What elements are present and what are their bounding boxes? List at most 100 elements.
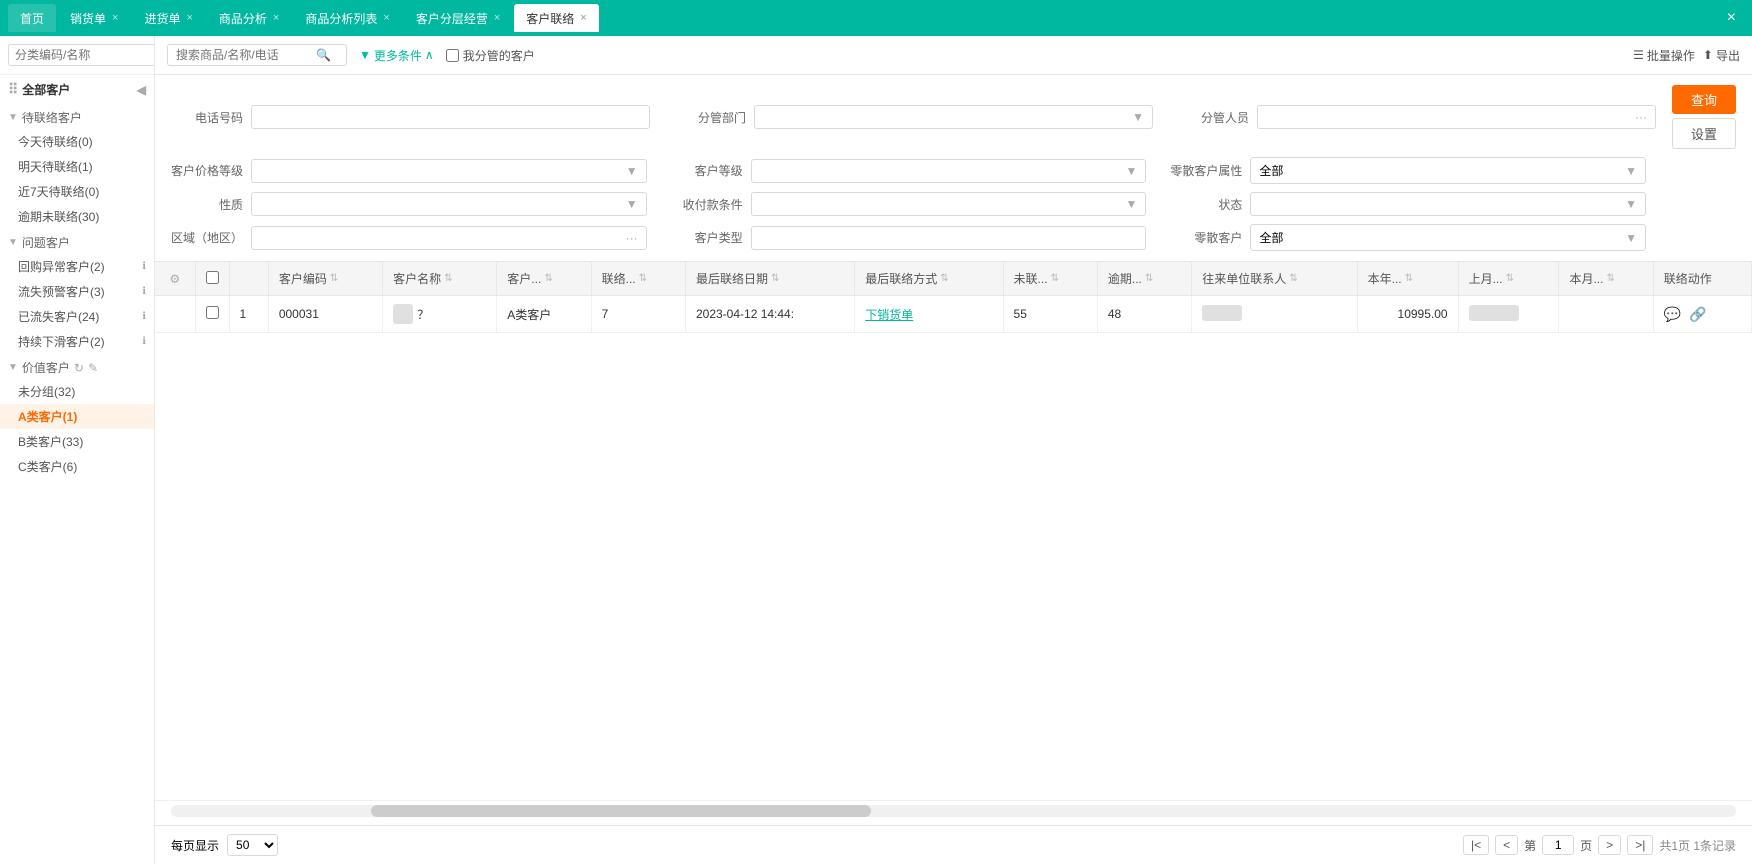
nav-tab-purchase-close[interactable]: ×	[186, 12, 192, 24]
window-close-button[interactable]: ×	[1719, 9, 1744, 27]
status-select[interactable]: ▼	[1250, 192, 1646, 216]
person-label: 分管人员	[1177, 109, 1257, 126]
export-button[interactable]: ⬆ 导出	[1703, 47, 1740, 64]
nav-tab-product-analysis[interactable]: 商品分析 ×	[207, 4, 291, 32]
page-size-select[interactable]: 50 100 200	[227, 834, 278, 856]
filter-right-actions: ☰ 批量操作 ⬆ 导出	[1633, 47, 1740, 64]
col-last-contact-method[interactable]: 最后联络方式 ⇅	[855, 262, 1003, 296]
row-customer-name: ？	[383, 296, 497, 333]
sidebar-group-value[interactable]: ▼ 价值客户 ↻ ✎	[0, 354, 154, 379]
sort-icon-method: ⇅	[940, 273, 948, 284]
next-page-btn[interactable]: >	[1598, 835, 1621, 855]
sidebar-item-ungraded[interactable]: 未分组(32)	[0, 379, 154, 404]
nav-tab-customer-contact[interactable]: 客户联络 ×	[514, 4, 598, 32]
price-level-select[interactable]: ▼	[251, 159, 647, 183]
triangle-icon: ▼	[8, 112, 18, 123]
nav-tab-customer-contact-close[interactable]: ×	[580, 12, 586, 24]
sidebar-group-problem[interactable]: ▼ 问题客户	[0, 229, 154, 254]
nav-tab-product-list[interactable]: 商品分析列表 ×	[293, 4, 401, 32]
filter-search-icon[interactable]: 🔍	[316, 48, 331, 62]
refresh-icon[interactable]: ↻	[74, 361, 84, 375]
nav-tab-customer-layer[interactable]: 客户分层经营 ×	[404, 4, 512, 32]
more-conditions-label: 更多条件	[374, 47, 422, 64]
col-not-contacted-label: 未联...	[1014, 270, 1048, 287]
content-area: 🔍 ▼ 更多条件 ∧ 我分管的客户 ☰ 批量操作 ⬆ 导出	[155, 36, 1752, 864]
col-customer-code[interactable]: 客户编码 ⇅	[268, 262, 382, 296]
col-unit-contact[interactable]: 往来单位联系人 ⇅	[1192, 262, 1357, 296]
sidebar-item-b-class[interactable]: B类客户(33)	[0, 429, 154, 454]
last-page-btn[interactable]: >|	[1627, 835, 1653, 855]
nav-tab-sales[interactable]: 销货单 ×	[58, 4, 130, 32]
sidebar-collapse-icon[interactable]: ◀	[137, 83, 146, 97]
sort-icon-this-month: ⇅	[1606, 273, 1614, 284]
nav-tab-customer-layer-close[interactable]: ×	[494, 12, 500, 24]
customer-type-input[interactable]	[751, 226, 1147, 250]
status-label: 状态	[1170, 196, 1250, 213]
customer-level-select[interactable]: ▼	[751, 159, 1147, 183]
sort-icon-last-month: ⇅	[1506, 273, 1514, 284]
col-not-contacted[interactable]: 未联... ⇅	[1003, 262, 1097, 296]
scattered-select[interactable]: 全部 ▼	[1250, 224, 1646, 251]
nav-tab-home[interactable]: 首页	[8, 4, 56, 32]
sidebar-item-tomorrow[interactable]: 明天待联络(1)	[0, 154, 154, 179]
phone-input[interactable]	[251, 105, 650, 129]
select-all-checkbox[interactable]	[206, 271, 219, 284]
nav-tab-product-analysis-close[interactable]: ×	[273, 12, 279, 24]
nav-tab-home-label: 首页	[20, 10, 44, 27]
info-icon-2: ℹ	[142, 286, 146, 297]
row-select-checkbox[interactable]	[206, 306, 219, 319]
col-overdue[interactable]: 逾期... ⇅	[1097, 262, 1191, 296]
area-select[interactable]: ···	[251, 226, 647, 250]
nav-tab-sales-close[interactable]: ×	[112, 12, 118, 24]
sidebar-item-a-class[interactable]: A类客户(1)	[0, 404, 154, 429]
sidebar-item-churn-warning[interactable]: 流失预警客户(3) ℹ	[0, 279, 154, 304]
col-contact[interactable]: 联络... ⇅	[591, 262, 685, 296]
col-last-contact-date[interactable]: 最后联络日期 ⇅	[685, 262, 854, 296]
sidebar-all-customers[interactable]: ⠿ 全部客户 ◀	[0, 75, 154, 104]
search-input[interactable]	[176, 48, 316, 62]
my-customers-checkbox[interactable]	[446, 49, 459, 62]
dots-icon: ⠿	[8, 81, 18, 98]
sidebar-item-abnormal[interactable]: 回购异常客户(2) ℹ	[0, 254, 154, 279]
query-button[interactable]: 查询	[1672, 85, 1736, 114]
message-icon[interactable]: 💬	[1664, 306, 1681, 323]
nav-tab-product-list-close[interactable]: ×	[383, 12, 389, 24]
sidebar-item-c-class[interactable]: C类客户(6)	[0, 454, 154, 479]
horizontal-scrollbar[interactable]	[171, 805, 1736, 817]
nature-select[interactable]: ▼	[251, 192, 647, 216]
sidebar-item-overdue[interactable]: 逾期未联络(30)	[0, 204, 154, 229]
sort-icon-unit: ⇅	[1289, 273, 1297, 284]
scattered-attr-select[interactable]: 全部 ▼	[1250, 157, 1646, 184]
nav-tab-purchase[interactable]: 进货单 ×	[132, 4, 204, 32]
sidebar-item-today[interactable]: 今天待联络(0)	[0, 129, 154, 154]
triangle-icon-2: ▼	[8, 237, 18, 248]
edit-icon[interactable]: ✎	[88, 361, 98, 375]
row-checkbox	[195, 296, 229, 333]
settings-button[interactable]: 设置	[1672, 118, 1736, 149]
row-this-month	[1559, 296, 1653, 333]
col-customer-level[interactable]: 客户... ⇅	[497, 262, 591, 296]
page-number-input[interactable]	[1542, 835, 1574, 855]
sidebar-search-input[interactable]	[8, 44, 155, 66]
first-page-btn[interactable]: |<	[1463, 835, 1489, 855]
filter-cell-customer-type: 客户类型	[671, 226, 1147, 250]
batch-op-button[interactable]: ☰ 批量操作	[1633, 47, 1695, 64]
sidebar-group-pending[interactable]: ▼ 待联络客户	[0, 104, 154, 129]
prev-page-btn[interactable]: <	[1495, 835, 1518, 855]
col-gear[interactable]: ⚙	[155, 262, 195, 296]
sidebar-item-declining[interactable]: 持续下滑客户(2) ℹ	[0, 329, 154, 354]
sidebar-item-7days[interactable]: 近7天待联络(0)	[0, 179, 154, 204]
col-customer-name[interactable]: 客户名称 ⇅	[383, 262, 497, 296]
filter-row-1: 电话号码 分管部门 ▼ 分管人员 ···	[171, 85, 1736, 149]
link-icon[interactable]: 🔗	[1689, 306, 1706, 323]
contact-method-link[interactable]: 下销货单	[865, 308, 913, 322]
col-this-year[interactable]: 本年... ⇅	[1357, 262, 1458, 296]
col-this-month[interactable]: 本月... ⇅	[1559, 262, 1653, 296]
person-select[interactable]: ···	[1257, 105, 1656, 129]
dept-select[interactable]: ▼	[754, 105, 1153, 129]
payment-select[interactable]: ▼	[751, 192, 1147, 216]
sidebar-item-lost[interactable]: 已流失客户(24) ℹ	[0, 304, 154, 329]
more-conditions-btn[interactable]: ▼ 更多条件 ∧	[359, 47, 434, 64]
col-last-month[interactable]: 上月... ⇅	[1458, 262, 1559, 296]
row-last-contact-method[interactable]: 下销货单	[855, 296, 1003, 333]
